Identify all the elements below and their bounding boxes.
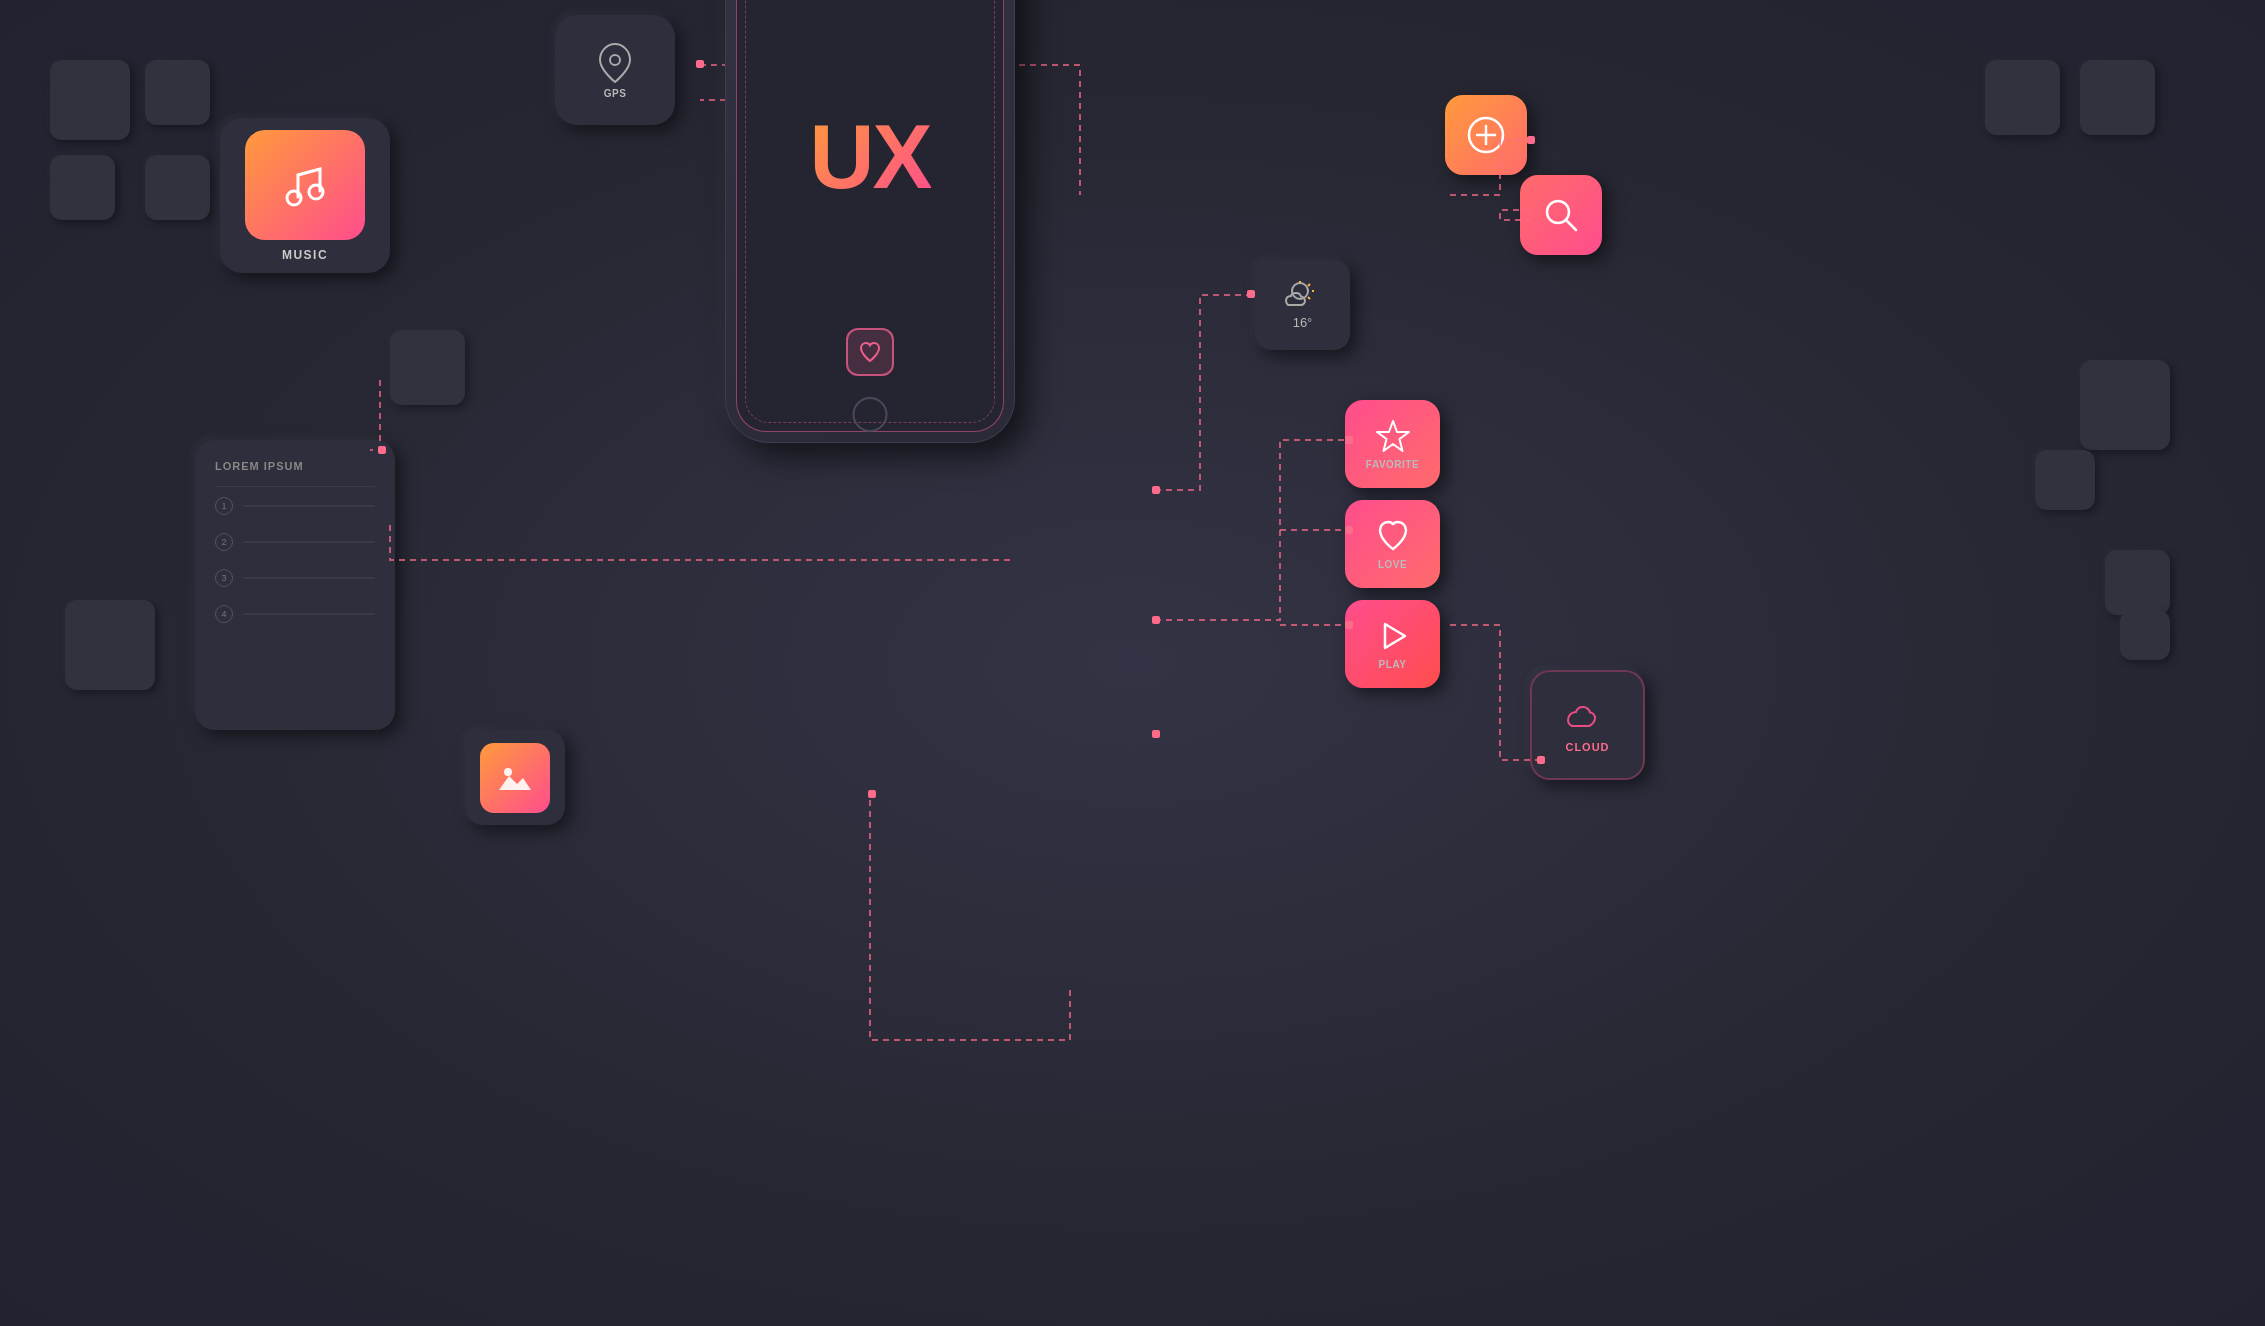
search-icon	[1542, 196, 1580, 234]
phone-home-button[interactable]	[853, 397, 888, 432]
lorem-circle-2: 2	[215, 533, 233, 551]
lorem-item-4: 4	[215, 605, 375, 623]
cloud-sun-icon	[1280, 281, 1325, 311]
favorite-card[interactable]: FAVORITE	[1345, 400, 1440, 488]
lorem-card: LOREM IPSUM 1 2 3 4	[195, 440, 395, 730]
heart-icon-phone	[858, 340, 882, 364]
lorem-item-1: 1	[215, 497, 375, 515]
lorem-line-4	[243, 613, 375, 615]
cloud-card[interactable]: CLOUD	[1530, 670, 1645, 780]
cloud-icon	[1562, 698, 1614, 733]
favorite-label: FAVORITE	[1366, 459, 1419, 470]
deco-square-6	[65, 600, 155, 690]
deco-square-1	[50, 60, 130, 140]
phone-heart-button[interactable]	[846, 328, 894, 376]
lorem-divider	[215, 486, 375, 487]
add-icon	[1467, 116, 1505, 154]
gallery-card[interactable]	[465, 730, 565, 825]
play-label: PLAY	[1379, 659, 1407, 670]
svg-point-12	[610, 55, 620, 65]
search-card[interactable]	[1520, 175, 1602, 255]
svg-line-19	[1308, 297, 1310, 299]
lorem-circle-4: 4	[215, 605, 233, 623]
svg-line-17	[1308, 284, 1310, 286]
heart-love-icon	[1375, 518, 1411, 554]
lorem-circle-3: 3	[215, 569, 233, 587]
love-label: LOVE	[1378, 559, 1407, 570]
phone: UX	[725, 0, 1015, 443]
weather-card[interactable]: 16°	[1255, 260, 1350, 350]
phone-screen: UX	[736, 0, 1004, 432]
gps-label: GPS	[604, 88, 627, 99]
svg-line-24	[1566, 220, 1576, 230]
lorem-line-1	[243, 505, 375, 507]
deco-square-2	[145, 60, 210, 125]
deco-square-11	[2105, 550, 2170, 615]
image-icon	[495, 758, 535, 798]
play-card[interactable]: PLAY	[1345, 600, 1440, 688]
lorem-title: LOREM IPSUM	[215, 460, 375, 472]
deco-square-12	[2120, 610, 2170, 660]
love-card[interactable]: LOVE	[1345, 500, 1440, 588]
location-pin-icon	[596, 42, 634, 84]
lorem-item-3: 3	[215, 569, 375, 587]
gps-card[interactable]: GPS	[555, 15, 675, 125]
cloud-label: CLOUD	[1565, 741, 1609, 753]
deco-square-10	[2035, 450, 2095, 510]
deco-square-7	[1985, 60, 2060, 135]
lorem-line-2	[243, 541, 375, 543]
deco-square-9	[2080, 360, 2170, 450]
lorem-line-3	[243, 577, 375, 579]
deco-square-3	[50, 155, 115, 220]
lorem-item-2: 2	[215, 533, 375, 551]
svg-marker-26	[1385, 624, 1405, 648]
deco-square-4	[145, 155, 210, 220]
add-card[interactable]	[1445, 95, 1527, 175]
deco-square-5	[390, 330, 465, 405]
music-note-icon	[278, 157, 333, 212]
lorem-circle-1: 1	[215, 497, 233, 515]
ux-logo: UX	[809, 112, 930, 202]
svg-marker-25	[1377, 421, 1409, 451]
star-icon	[1375, 418, 1411, 454]
weather-temp: 16°	[1293, 315, 1313, 330]
music-label: MUSIC	[282, 248, 328, 262]
play-icon	[1375, 618, 1411, 654]
deco-square-8	[2080, 60, 2155, 135]
svg-point-27	[504, 768, 512, 776]
music-card[interactable]: MUSIC	[220, 118, 390, 273]
